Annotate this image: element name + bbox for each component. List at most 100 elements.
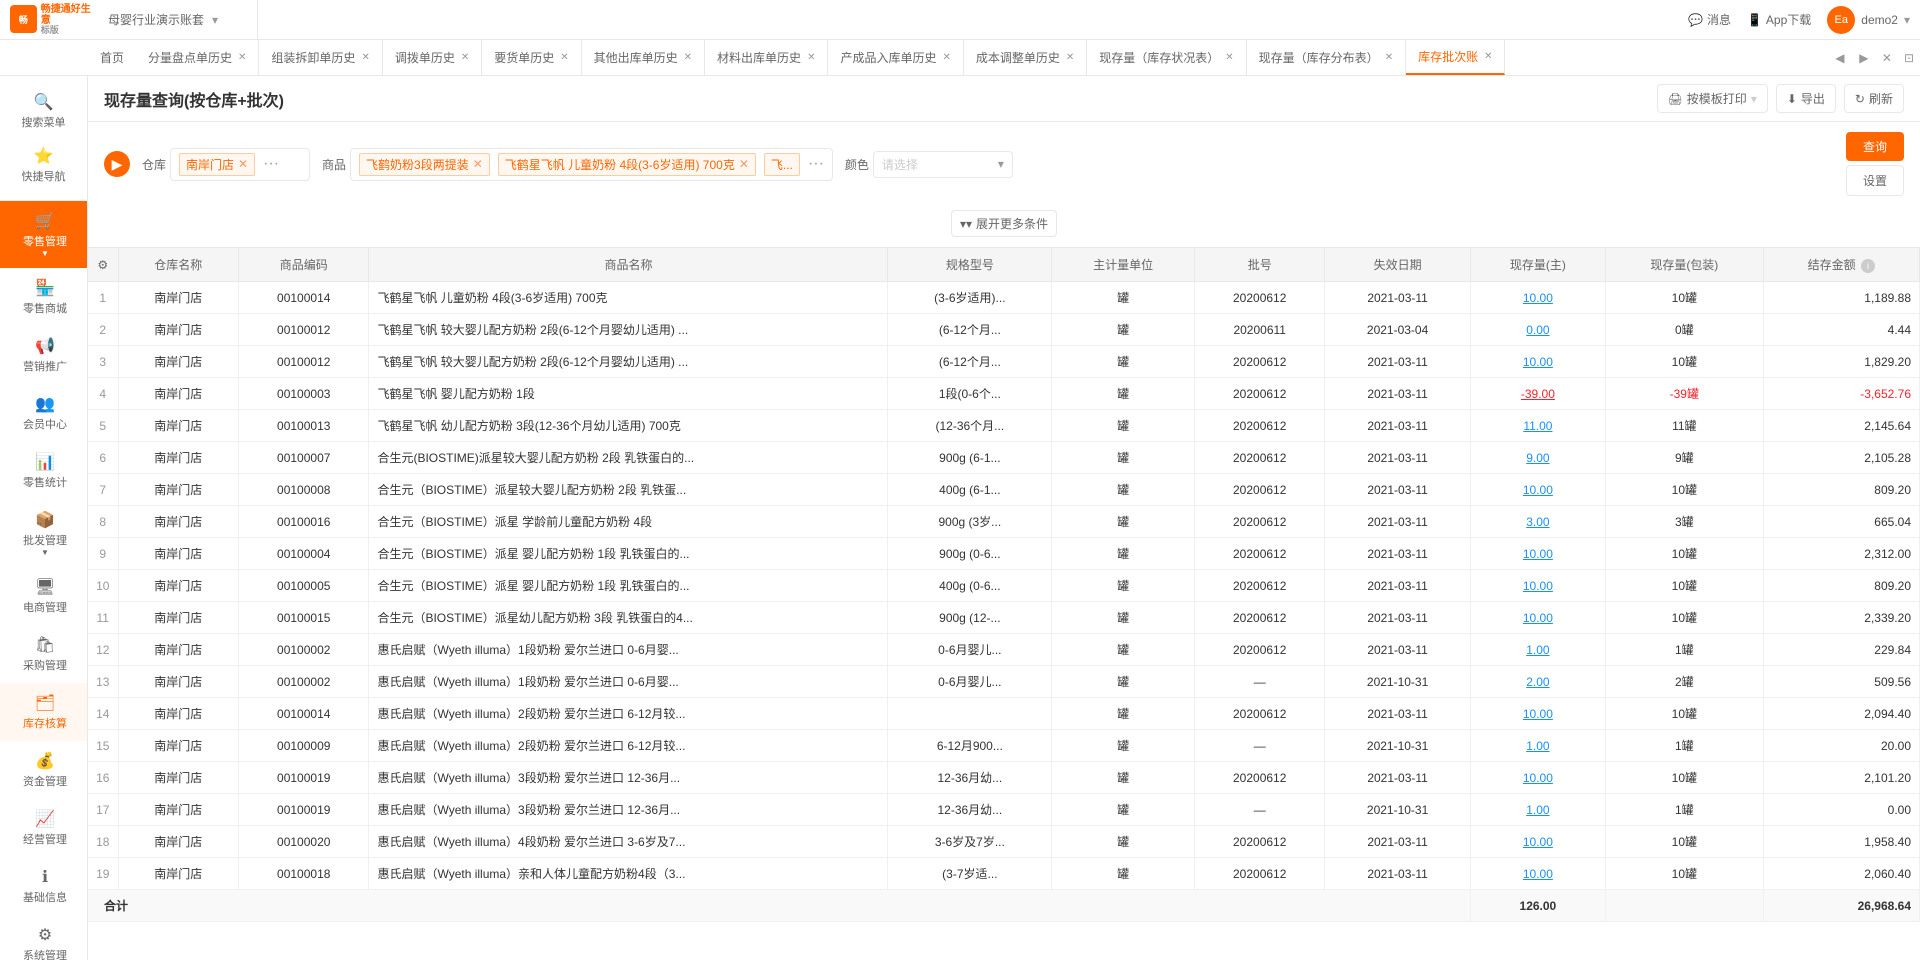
remove-warehouse-tag[interactable]: ✕ [238, 157, 248, 171]
row-amount: 2,145.64 [1763, 410, 1919, 442]
warehouse-more[interactable]: ··· [263, 155, 279, 173]
row-qty-main[interactable]: 1.00 [1470, 634, 1605, 666]
main-content: 现存量查询(按仓库+批次) 🖨 按模板打印 ▾ ⬇ 导出 ↻ 刷新 [88, 76, 1920, 960]
tab-chenben[interactable]: 成本调整单历史 ✕ [964, 40, 1087, 75]
row-qty-main[interactable]: 1.00 [1470, 730, 1605, 762]
row-qty-main[interactable]: 10.00 [1470, 570, 1605, 602]
finance-icon: 💰 [35, 751, 55, 771]
row-expire: 2021-03-11 [1325, 602, 1470, 634]
sidebar-item-retail[interactable]: 🛒 零售管理 ▼ [0, 201, 87, 268]
expand-icon: ▾▾ [960, 217, 972, 231]
product-input[interactable]: 飞鹤奶粉3段两提装 ✕ 飞鹤星飞帆 儿童奶粉 4段(3-6岁适用) 700克 ✕… [350, 148, 833, 181]
row-batch: 20200612 [1194, 826, 1324, 858]
close-cailiao[interactable]: ✕ [807, 52, 815, 63]
row-qty-main[interactable]: 10.00 [1470, 282, 1605, 314]
tab-home[interactable]: 首页 [88, 40, 136, 75]
close-fenpan[interactable]: ✕ [238, 52, 246, 63]
close-xiancun1[interactable]: ✕ [1225, 52, 1233, 63]
close-kucun-pici[interactable]: ✕ [1484, 51, 1492, 62]
amount-info-icon[interactable]: i [1861, 259, 1875, 273]
user-profile[interactable]: Ea demo2 ▾ [1827, 6, 1910, 34]
row-qty-main[interactable]: 10.00 [1470, 602, 1605, 634]
warehouse-input[interactable]: 南岸门店 ✕ ··· [170, 148, 310, 181]
nav-left-arrow[interactable]: ◀ [1828, 40, 1852, 76]
nav-maximize[interactable]: ⊡ [1898, 40, 1920, 76]
message-btn[interactable]: 💬 消息 [1688, 11, 1731, 28]
row-batch: — [1194, 730, 1324, 762]
sidebar-item-inventory[interactable]: 🗂 库存核算 [0, 683, 87, 741]
close-xiancun2[interactable]: ✕ [1385, 52, 1393, 63]
col-checkbox[interactable]: ⚙ [88, 248, 118, 282]
sidebar-item-wholesale[interactable]: 📦 批发管理 ▼ [0, 500, 87, 567]
sidebar-item-marketing[interactable]: 📢 营销推广 [0, 326, 87, 384]
tab-xiancun2[interactable]: 现存量（库存分布表） ✕ [1247, 40, 1406, 75]
row-qty-main[interactable]: 0.00 [1470, 314, 1605, 346]
nav-right-arrow[interactable]: ▶ [1852, 40, 1876, 76]
row-code: 00100014 [239, 698, 369, 730]
tab-zuzhuang[interactable]: 组装拆卸单历史 ✕ [259, 40, 382, 75]
close-zuzhuang[interactable]: ✕ [361, 52, 369, 63]
tab-qitachu[interactable]: 其他出库单历史 ✕ [582, 40, 705, 75]
close-chancheng[interactable]: ✕ [942, 52, 950, 63]
sidebar-item-ecommerce[interactable]: 🖥 电商管理 [0, 567, 87, 625]
col-name: 商品名称 [369, 248, 888, 282]
nav-close-all[interactable]: ✕ [1876, 40, 1898, 76]
sidebar-item-member[interactable]: 👥 会员中心 [0, 384, 87, 442]
tab-kucun-pici[interactable]: 库存批次账 ✕ [1406, 40, 1505, 75]
tab-xiancun1[interactable]: 现存量（库存状况表） ✕ [1087, 40, 1246, 75]
settings-button[interactable]: 设置 [1846, 165, 1904, 196]
row-qty-main[interactable]: 11.00 [1470, 410, 1605, 442]
row-qty-main[interactable]: 10.00 [1470, 698, 1605, 730]
sidebar-item-base[interactable]: ℹ 基础信息 [0, 857, 87, 915]
search-expand-btn[interactable]: ▶ [104, 151, 130, 177]
table-row: 8 南岸门店 00100016 合生元（BIOSTIME）派星 学龄前儿童配方奶… [88, 506, 1920, 538]
refresh-button[interactable]: ↻ 刷新 [1844, 84, 1904, 113]
close-qitachu[interactable]: ✕ [684, 52, 692, 63]
export-button[interactable]: ⬇ 导出 [1776, 84, 1836, 113]
sidebar-item-finance[interactable]: 💰 资金管理 [0, 741, 87, 799]
color-input[interactable]: 请选择 ▾ [873, 151, 1013, 178]
close-yaohuo[interactable]: ✕ [560, 52, 568, 63]
sidebar-item-purchase[interactable]: 🛍 采购管理 [0, 625, 87, 683]
row-amount: 2,312.00 [1763, 538, 1919, 570]
app-download-btn[interactable]: 📱 App下载 [1747, 11, 1811, 28]
row-unit: 罐 [1052, 442, 1195, 474]
tab-cailiao[interactable]: 材料出库单历史 ✕ [705, 40, 828, 75]
row-qty-main[interactable]: 10.00 [1470, 858, 1605, 890]
company-dropdown[interactable]: 母婴行业演示账套 ▾ [98, 0, 258, 39]
sidebar-item-stat[interactable]: 📊 零售统计 [0, 442, 87, 500]
sidebar-shortcut-btn[interactable]: ⭐ 快捷导航 [8, 138, 79, 192]
search-button[interactable]: 查询 [1846, 132, 1904, 161]
row-qty-main[interactable]: 10.00 [1470, 762, 1605, 794]
settings-col-icon[interactable]: ⚙ [97, 258, 108, 272]
remove-product-tag-1[interactable]: ✕ [473, 157, 483, 171]
close-diaob[interactable]: ✕ [461, 52, 469, 63]
row-no: 6 [88, 442, 118, 474]
sidebar-search-btn[interactable]: 🔍 搜索菜单 [8, 84, 79, 138]
row-qty-main[interactable]: 10.00 [1470, 474, 1605, 506]
row-qty-main[interactable]: 2.00 [1470, 666, 1605, 698]
tab-fenpan[interactable]: 分量盘点单历史 ✕ [136, 40, 259, 75]
print-button[interactable]: 🖨 按模板打印 ▾ [1657, 84, 1768, 113]
tab-chancheng[interactable]: 产成品入库单历史 ✕ [828, 40, 963, 75]
tab-diaob[interactable]: 调拨单历史 ✕ [383, 40, 482, 75]
row-no: 9 [88, 538, 118, 570]
tab-yaohuo[interactable]: 要货单历史 ✕ [482, 40, 581, 75]
row-warehouse: 南岸门店 [118, 794, 239, 826]
close-chenben[interactable]: ✕ [1066, 52, 1074, 63]
row-qty-main[interactable]: -39.00 [1470, 378, 1605, 410]
expand-more-conditions[interactable]: ▾▾ 展开更多条件 [951, 210, 1057, 237]
sidebar-item-system[interactable]: ⚙ 系统管理 [0, 915, 87, 960]
row-qty-main[interactable]: 3.00 [1470, 506, 1605, 538]
row-qty-main[interactable]: 10.00 [1470, 826, 1605, 858]
row-code: 00100016 [239, 506, 369, 538]
row-qty-main[interactable]: 1.00 [1470, 794, 1605, 826]
remove-product-tag-2[interactable]: ✕ [739, 157, 749, 171]
row-qty-main[interactable]: 9.00 [1470, 442, 1605, 474]
row-qty-main[interactable]: 10.00 [1470, 538, 1605, 570]
sidebar-item-operation[interactable]: 📈 经营管理 [0, 799, 87, 857]
row-qty-main[interactable]: 10.00 [1470, 346, 1605, 378]
product-more[interactable]: ··· [808, 155, 824, 173]
sidebar-item-mall[interactable]: 🏪 零售商城 [0, 268, 87, 326]
sidebar: 🔍 搜索菜单 ⭐ 快捷导航 🛒 零售管理 ▼ 🏪 零售商城 [0, 76, 88, 960]
